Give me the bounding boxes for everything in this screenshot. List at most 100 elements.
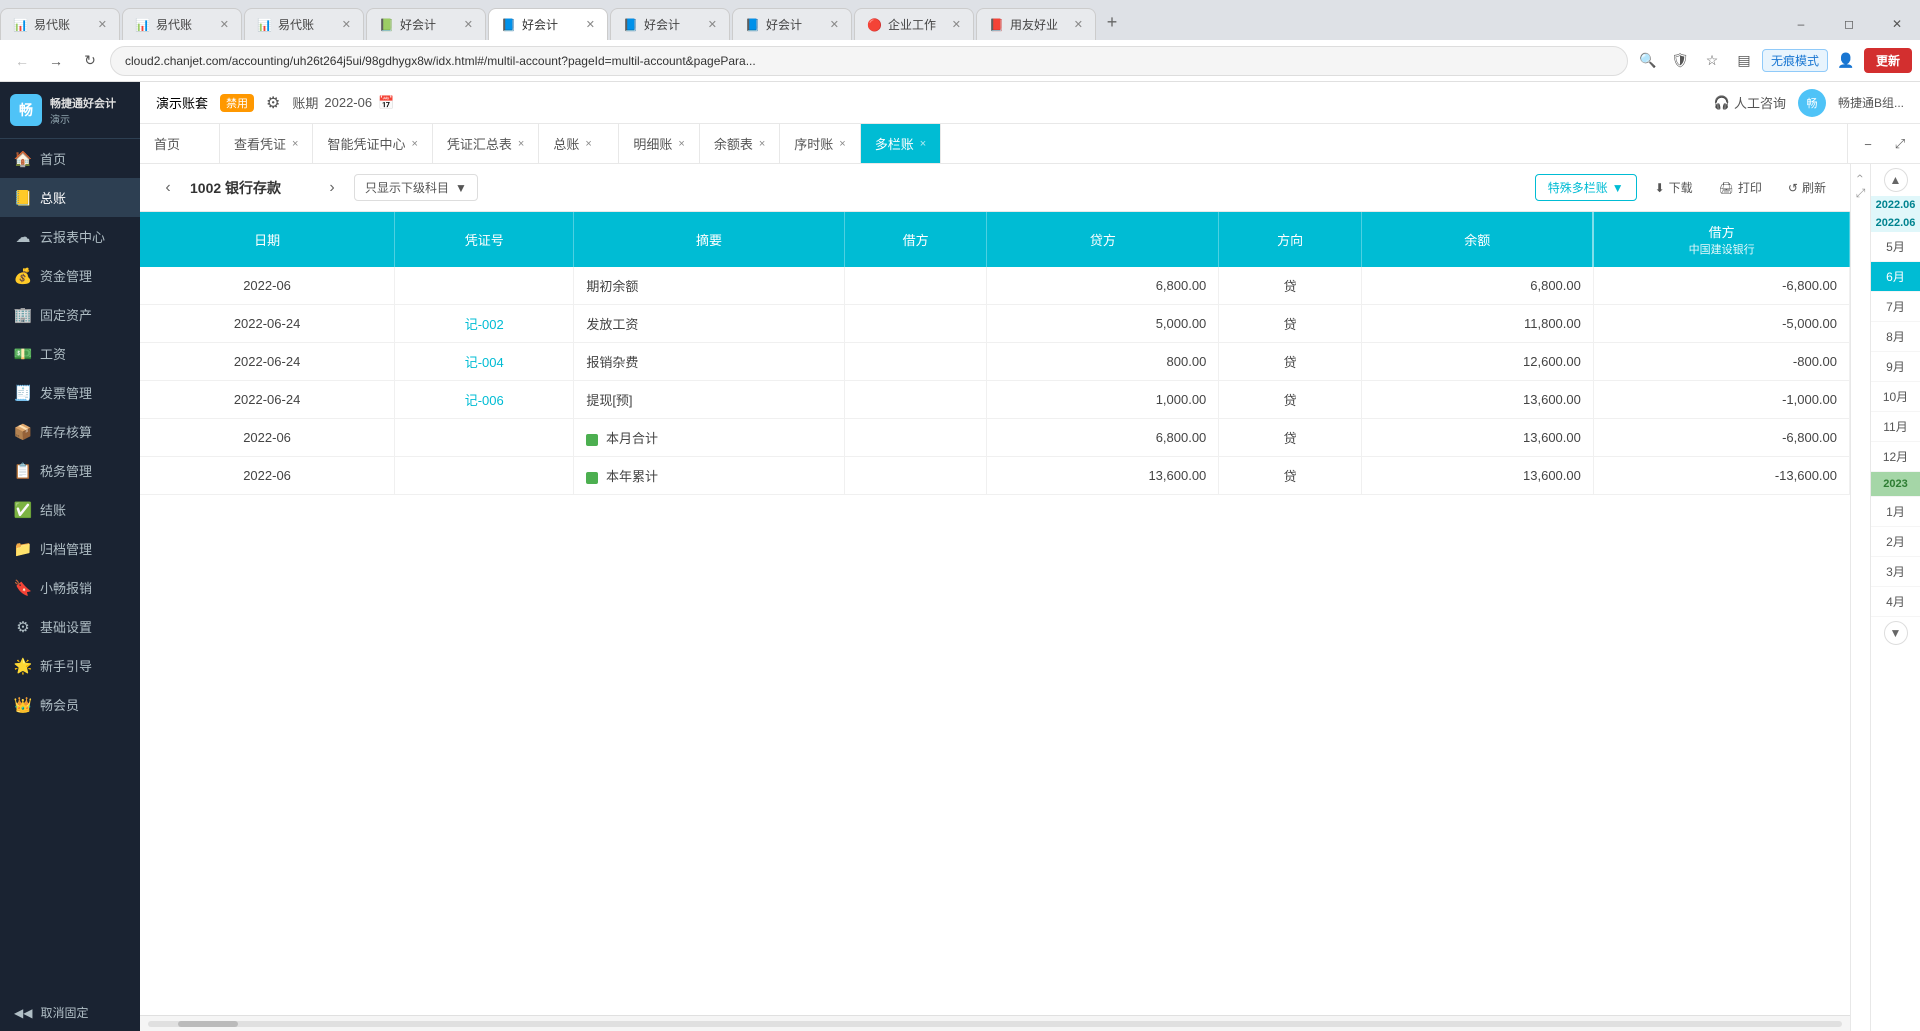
next-account-button[interactable]: › (320, 176, 344, 200)
tab-close-detail-ledger[interactable]: × (678, 138, 684, 150)
calendar-icon[interactable]: 📅 (378, 95, 394, 111)
stealth-mode-button[interactable]: 无痕模式 (1762, 49, 1828, 72)
shield-icon[interactable]: 🛡 (1666, 47, 1694, 75)
sidebar-item-archive[interactable]: 📁 归档管理 (0, 529, 140, 568)
sidebar-item-fixed-assets[interactable]: 🏢 固定资产 (0, 295, 140, 334)
expand-right-button[interactable]: ⤢ (1856, 186, 1866, 201)
tab-close-5[interactable]: ✕ (586, 18, 595, 31)
sub-account-filter[interactable]: 只显示下级科目 ▼ (354, 174, 478, 201)
browser-tab-5[interactable]: 📘 好会计 ✕ (488, 8, 608, 40)
tab-close-3[interactable]: ✕ (342, 18, 351, 31)
sidebar-item-member[interactable]: 👑 畅会员 (0, 685, 140, 724)
tab-detail-ledger[interactable]: 明细账 × (619, 124, 699, 163)
browser-tab-7[interactable]: 📘 好会计 ✕ (732, 8, 852, 40)
download-button[interactable]: ⬇ 下载 (1647, 175, 1701, 200)
back-button[interactable]: ← (8, 47, 36, 75)
cal-month-jul[interactable]: 7月 (1871, 292, 1920, 322)
tab-close-2[interactable]: ✕ (220, 18, 229, 31)
maximize-button[interactable]: ◻ (1826, 8, 1872, 40)
sidebar-item-cloud-report[interactable]: ☁ 云报表中心 (0, 217, 140, 256)
tab-close-time-ledger[interactable]: × (839, 138, 845, 150)
calendar-up-button[interactable]: ▲ (1871, 164, 1920, 196)
cal-month-sep[interactable]: 9月 (1871, 352, 1920, 382)
tab-close-general-ledger[interactable]: × (585, 138, 591, 150)
cell-voucher[interactable]: 记-002 (395, 305, 574, 343)
cal-month-nov[interactable]: 11月 (1871, 412, 1920, 442)
scrollbar-thumb[interactable] (178, 1021, 238, 1027)
horizontal-scrollbar[interactable] (140, 1015, 1850, 1031)
sidebar-item-settings[interactable]: ⚙ 基础设置 (0, 607, 140, 646)
tab-close-view-voucher[interactable]: × (292, 138, 298, 150)
cell-voucher[interactable]: 记-006 (395, 381, 574, 419)
tab-minimize-icon[interactable]: − (1854, 130, 1882, 158)
calendar-down-button[interactable]: ▼ (1871, 617, 1920, 649)
scroll-down-icon[interactable]: ▼ (1884, 621, 1908, 645)
tab-close-8[interactable]: ✕ (952, 18, 961, 31)
sidebar-item-salary[interactable]: 💵 工资 (0, 334, 140, 373)
consult-button[interactable]: 🎧 人工咨询 (1714, 93, 1786, 112)
tab-close-balance[interactable]: × (759, 138, 765, 150)
tab-general-ledger[interactable]: 总账 × (539, 124, 619, 163)
user-profile-icon[interactable]: 👤 (1832, 47, 1860, 75)
search-icon[interactable]: 🔍 (1634, 47, 1662, 75)
browser-tab-4[interactable]: 📗 好会计 ✕ (366, 8, 486, 40)
tab-close-1[interactable]: ✕ (98, 18, 107, 31)
user-avatar[interactable]: 畅 (1798, 89, 1826, 117)
sidebar-toggle-icon[interactable]: ▤ (1730, 47, 1758, 75)
browser-tab-3[interactable]: 📊 易代账 ✕ (244, 8, 364, 40)
new-tab-button[interactable]: + (1098, 8, 1126, 36)
browser-tab-1[interactable]: 📊 易代账 ✕ (0, 8, 120, 40)
sidebar-item-home[interactable]: 🏠 首页 (0, 139, 140, 178)
tab-multi-col[interactable]: 多栏账 × (861, 124, 941, 163)
voucher-link[interactable]: 记-006 (465, 393, 504, 408)
unpin-button[interactable]: ◀◀ 取消固定 (0, 994, 140, 1031)
multi-col-button[interactable]: 特殊多栏账 ▼ (1535, 174, 1637, 201)
cal-month-may[interactable]: 5月 (1871, 232, 1920, 262)
prev-account-button[interactable]: ‹ (156, 176, 180, 200)
cal-month-feb[interactable]: 2月 (1871, 527, 1920, 557)
reload-button[interactable]: ↻ (76, 47, 104, 75)
tab-close-4[interactable]: ✕ (464, 18, 473, 31)
tab-close-9[interactable]: ✕ (1074, 18, 1083, 31)
cal-month-dec[interactable]: 12月 (1871, 442, 1920, 472)
browser-tab-8[interactable]: 🔴 企业工作 ✕ (854, 8, 974, 40)
tab-close-multi-col[interactable]: × (920, 138, 926, 150)
minimize-button[interactable]: – (1778, 8, 1824, 40)
browser-tab-9[interactable]: 📕 用友好业 ✕ (976, 8, 1096, 40)
tab-close-voucher-summary[interactable]: × (518, 138, 524, 150)
scroll-up-icon[interactable]: ▲ (1884, 168, 1908, 192)
close-button[interactable]: ✕ (1874, 8, 1920, 40)
cal-month-jan[interactable]: 1月 (1871, 497, 1920, 527)
sidebar-item-invoice[interactable]: 🧾 发票管理 (0, 373, 140, 412)
sidebar-item-inventory[interactable]: 📦 库存核算 (0, 412, 140, 451)
tab-voucher-summary[interactable]: 凭证汇总表 × (433, 124, 539, 163)
cal-month-oct[interactable]: 10月 (1871, 382, 1920, 412)
forward-button[interactable]: → (42, 47, 70, 75)
print-button[interactable]: 🖨 打印 (1711, 175, 1770, 200)
tab-time-ledger[interactable]: 序时账 × (780, 124, 860, 163)
refresh-button[interactable]: ↺ 刷新 (1780, 175, 1834, 200)
sidebar-item-guide[interactable]: 🌟 新手引导 (0, 646, 140, 685)
sidebar-logo[interactable]: 畅 畅捷通好会计 演示 (0, 82, 140, 139)
sidebar-item-ledger[interactable]: 📒 总账 (0, 178, 140, 217)
tab-close-smart-voucher[interactable]: × (411, 138, 417, 150)
cal-month-mar[interactable]: 3月 (1871, 557, 1920, 587)
cal-month-jun[interactable]: 6月 (1871, 262, 1920, 292)
cal-month-aug[interactable]: 8月 (1871, 322, 1920, 352)
cell-voucher[interactable]: 记-004 (395, 343, 574, 381)
sidebar-item-expense[interactable]: 🔖 小畅报销 (0, 568, 140, 607)
browser-tab-6[interactable]: 📘 好会计 ✕ (610, 8, 730, 40)
tab-balance[interactable]: 余额表 × (700, 124, 780, 163)
sidebar-item-close-account[interactable]: ✅ 结账 (0, 490, 140, 529)
collapse-right-button[interactable]: ‹ (1854, 174, 1868, 178)
update-button[interactable]: 更新 (1864, 48, 1912, 73)
address-input[interactable] (110, 46, 1628, 76)
browser-tab-2[interactable]: 📊 易代账 ✕ (122, 8, 242, 40)
settings-gear-icon[interactable]: ⚙ (266, 93, 280, 113)
tab-view-voucher[interactable]: 查看凭证 × (220, 124, 313, 163)
tab-close-6[interactable]: ✕ (708, 18, 717, 31)
sidebar-item-tax[interactable]: 📋 税务管理 (0, 451, 140, 490)
voucher-link[interactable]: 记-004 (465, 355, 504, 370)
tab-smart-voucher[interactable]: 智能凭证中心 × (313, 124, 432, 163)
tab-expand-icon[interactable]: ⤢ (1886, 130, 1914, 158)
